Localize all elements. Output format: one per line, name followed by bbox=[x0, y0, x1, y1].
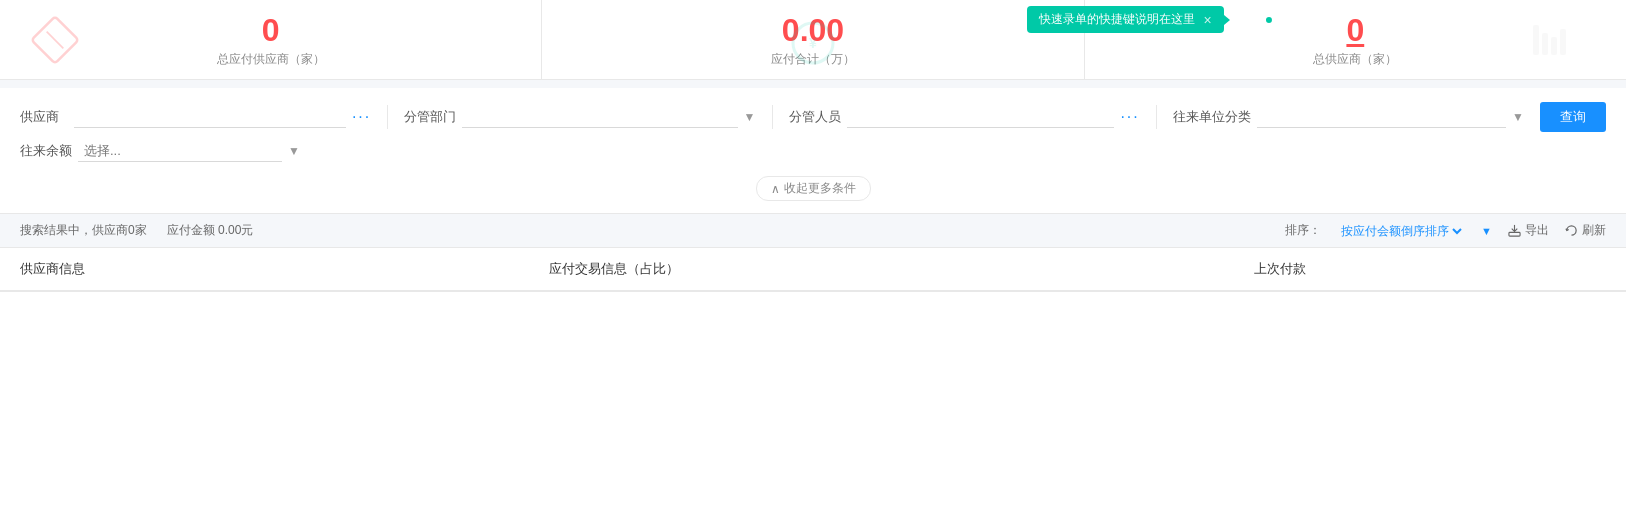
balance-input[interactable] bbox=[78, 140, 282, 162]
summary-suppliers: 搜索结果中，供应商0家 bbox=[20, 222, 147, 239]
refresh-icon bbox=[1565, 224, 1578, 237]
svg-text:¥: ¥ bbox=[809, 35, 817, 51]
tooltip-dot bbox=[1264, 15, 1274, 25]
results-actions: 排序： 按应付会额倒序排序 ▼ 导出 刷新 bbox=[1285, 222, 1606, 239]
balance-label: 往来余额 bbox=[20, 142, 72, 160]
collapse-label: 收起更多条件 bbox=[784, 180, 856, 197]
filter-department: 分管部门 ▼ bbox=[404, 106, 755, 128]
unit-class-label: 往来单位分类 bbox=[1173, 108, 1251, 126]
unit-class-chevron[interactable]: ▼ bbox=[1512, 110, 1524, 124]
filter-row-1: 供应商 ··· 分管部门 ▼ 分管人员 ··· 往来单位分类 ▼ 查询 bbox=[20, 102, 1606, 132]
circle-icon: ¥ bbox=[788, 18, 838, 68]
person-dots[interactable]: ··· bbox=[1120, 108, 1139, 126]
collapse-row: ∧ 收起更多条件 bbox=[20, 170, 1606, 205]
filter-supplier: 供应商 ··· bbox=[20, 106, 371, 128]
balance-chevron[interactable]: ▼ bbox=[288, 144, 300, 158]
sort-label: 排序： bbox=[1285, 222, 1321, 239]
divider-3 bbox=[1156, 105, 1157, 129]
col-supplier-header: 供应商信息 bbox=[20, 260, 549, 278]
supplier-dots[interactable]: ··· bbox=[352, 108, 371, 126]
supplier-label: 供应商 bbox=[20, 108, 68, 126]
summary-amount: 应付金额 0.00元 bbox=[167, 222, 254, 239]
divider-2 bbox=[772, 105, 773, 129]
payable-suppliers-label: 总应付供应商（家） bbox=[217, 51, 325, 68]
collapse-icon: ∧ bbox=[771, 182, 780, 196]
col-payment-header: 上次付款 bbox=[1254, 260, 1606, 278]
divider-1 bbox=[387, 105, 388, 129]
unit-class-input[interactable] bbox=[1257, 106, 1506, 128]
collapse-button[interactable]: ∧ 收起更多条件 bbox=[756, 176, 871, 201]
refresh-label: 刷新 bbox=[1582, 222, 1606, 239]
col-transaction-header: 应付交易信息（占比） bbox=[549, 260, 1254, 278]
query-button[interactable]: 查询 bbox=[1540, 102, 1606, 132]
table-body bbox=[0, 292, 1626, 515]
table-header: 供应商信息 应付交易信息（占比） 上次付款 bbox=[0, 248, 1626, 292]
total-suppliers-label: 总供应商（家） bbox=[1313, 51, 1397, 68]
sort-chevron[interactable]: ▼ bbox=[1481, 225, 1492, 237]
export-label: 导出 bbox=[1525, 222, 1549, 239]
filter-unit-class: 往来单位分类 ▼ bbox=[1173, 106, 1524, 128]
supplier-input[interactable] bbox=[74, 106, 346, 128]
stat-payable-total: ¥ 0.00 应付合计（万） 快速录单的快捷键说明在这里 × bbox=[542, 0, 1084, 79]
department-input[interactable] bbox=[462, 106, 737, 128]
filter-balance: 往来余额 ▼ bbox=[20, 140, 300, 162]
results-summary: 搜索结果中，供应商0家 应付金额 0.00元 bbox=[20, 222, 253, 239]
tooltip-close[interactable]: × bbox=[1203, 12, 1211, 28]
diamond-icon bbox=[30, 15, 80, 65]
stats-bar: 0 总应付供应商（家） ¥ 0.00 应付合计（万） 快速录单的快捷键说明在这里… bbox=[0, 0, 1626, 80]
barchart-icon bbox=[1533, 25, 1566, 55]
department-chevron[interactable]: ▼ bbox=[744, 110, 756, 124]
person-input[interactable] bbox=[847, 106, 1115, 128]
department-label: 分管部门 bbox=[404, 108, 456, 126]
refresh-button[interactable]: 刷新 bbox=[1565, 222, 1606, 239]
filter-bar: 供应商 ··· 分管部门 ▼ 分管人员 ··· 往来单位分类 ▼ 查询 往来余额 bbox=[0, 88, 1626, 214]
payable-suppliers-number: 0 bbox=[262, 11, 280, 49]
person-label: 分管人员 bbox=[789, 108, 841, 126]
filter-row-2: 往来余额 ▼ bbox=[20, 140, 300, 162]
export-button[interactable]: 导出 bbox=[1508, 222, 1549, 239]
total-suppliers-number: 0 bbox=[1346, 11, 1364, 49]
export-icon bbox=[1508, 224, 1521, 237]
filter-person: 分管人员 ··· bbox=[789, 106, 1140, 128]
sort-select[interactable]: 按应付会额倒序排序 bbox=[1337, 223, 1465, 239]
stat-total-payable: 0 总应付供应商（家） bbox=[0, 0, 542, 79]
shortcut-tooltip: 快速录单的快捷键说明在这里 × bbox=[1027, 6, 1223, 33]
results-bar: 搜索结果中，供应商0家 应付金额 0.00元 排序： 按应付会额倒序排序 ▼ 导… bbox=[0, 214, 1626, 248]
tooltip-text: 快速录单的快捷键说明在这里 bbox=[1039, 11, 1195, 28]
svg-line-1 bbox=[47, 31, 64, 48]
svg-rect-4 bbox=[1509, 232, 1520, 236]
